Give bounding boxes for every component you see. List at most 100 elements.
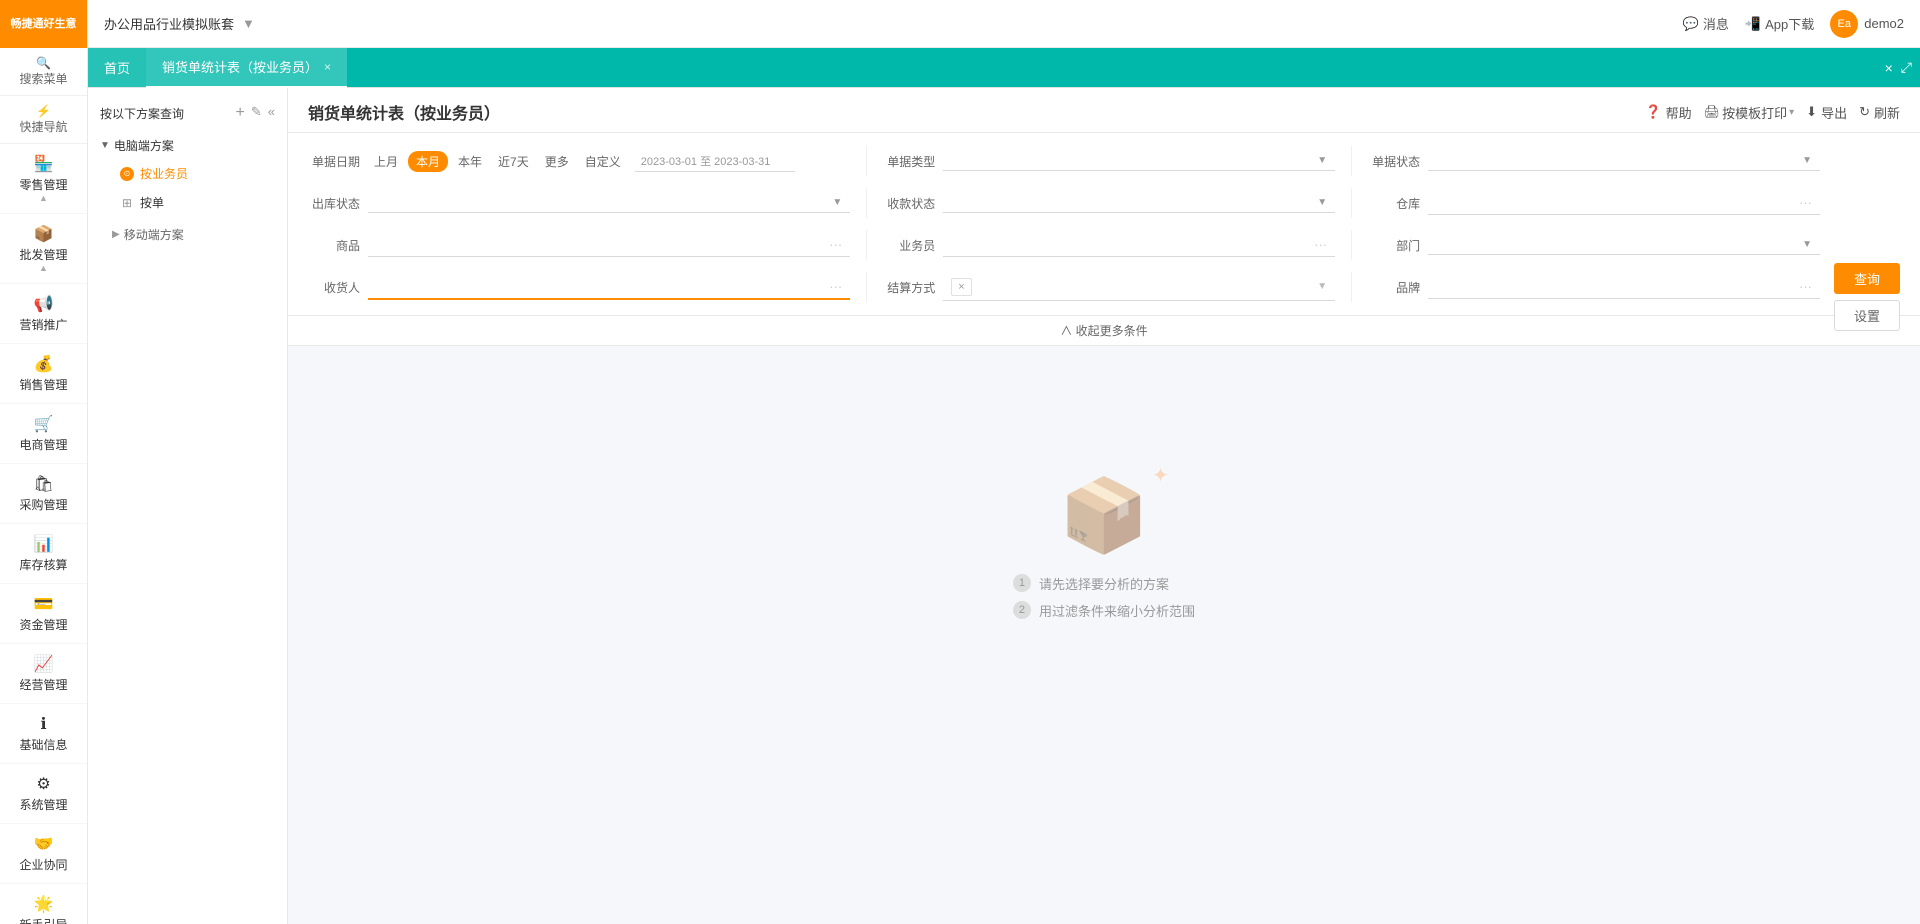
sidebar-item-newbie[interactable]: 🌟 新手引导 <box>0 884 87 924</box>
tab-home-label: 首页 <box>104 58 130 77</box>
dept-select[interactable]: ▼ <box>1428 235 1820 255</box>
wholesale-icon: 📦 <box>4 224 83 244</box>
docstatus-select[interactable]: ▼ <box>1428 151 1820 171</box>
search-label: 搜索菜单 <box>6 70 81 87</box>
sidebar-item-ecommerce[interactable]: 🛒 电商管理 <box>0 404 87 464</box>
tab-sales-stat[interactable]: 销货单统计表（按业务员） × <box>146 48 347 88</box>
quick-nav-item[interactable]: ⚡ 快捷导航 <box>0 96 87 144</box>
brand-label: 品牌 <box>1368 279 1420 296</box>
search-icon: 🔍 <box>6 56 81 70</box>
desktop-scheme-title[interactable]: ▼ 电脑端方案 <box>88 132 287 159</box>
scheme-header-label: 按以下方案查询 <box>100 105 184 122</box>
doctype-arrow: ▼ <box>1317 155 1327 166</box>
operations-label: 经营管理 <box>4 676 83 693</box>
desktop-scheme-group: ▼ 电脑端方案 ⊙ 按业务员 ⊞ 按单 <box>88 128 287 221</box>
salesman-field[interactable]: ··· <box>943 233 1335 257</box>
date-tab-custom[interactable]: 自定义 <box>579 151 627 172</box>
sidebar-item-finance[interactable]: 💳 资金管理 <box>0 584 87 644</box>
operations-icon: 📈 <box>4 654 83 674</box>
sidebar-item-sales[interactable]: 💰 销售管理 <box>0 344 87 404</box>
dept-arrow: ▼ <box>1802 239 1812 250</box>
goods-dots: ··· <box>829 237 842 252</box>
scheme-header-icons: + ✎ « <box>236 104 275 122</box>
print-dropdown-icon: ▾ <box>1789 107 1794 118</box>
query-btns: 查询 设置 <box>1834 263 1900 331</box>
brand-field[interactable]: ··· <box>1428 275 1820 299</box>
add-scheme-icon[interactable]: + <box>236 104 245 122</box>
sidebar-item-marketing[interactable]: 📢 营销推广 <box>0 284 87 344</box>
tab-close-icon[interactable]: × <box>324 60 331 74</box>
filter-consignee: 收货人 ··· <box>308 271 850 303</box>
sidebar-item-collab[interactable]: 🤝 企业协同 <box>0 824 87 884</box>
separator-7 <box>866 272 867 302</box>
desktop-scheme-label: 电脑端方案 <box>114 137 174 154</box>
recvstatus-select[interactable]: ▼ <box>943 193 1335 213</box>
export-button[interactable]: ⬇ 导出 <box>1806 103 1847 122</box>
date-tab-7days[interactable]: 近7天 <box>492 151 535 172</box>
sidebar-item-operations[interactable]: 📈 经营管理 <box>0 644 87 704</box>
empty-tips: 1 请先选择要分析的方案 2 用过滤条件来缩小分析范围 <box>1013 574 1195 620</box>
goods-field[interactable]: ··· <box>368 233 850 257</box>
filter-warehouse: 仓库 ··· <box>1368 187 1820 219</box>
warehouse-field[interactable]: ··· <box>1428 191 1820 215</box>
scheme-item-salesman[interactable]: ⊙ 按业务员 <box>88 159 287 188</box>
scheme-order-label: 按单 <box>140 194 164 211</box>
doctype-select[interactable]: ▼ <box>943 151 1335 171</box>
user-profile[interactable]: Ea demo2 <box>1830 10 1904 38</box>
sidebar-item-retail[interactable]: 🏪 零售管理 ▲ <box>0 144 87 214</box>
sidebar-item-basic[interactable]: ℹ 基础信息 <box>0 704 87 764</box>
header-left: 办公用品行业模拟账套 ▼ <box>104 14 255 33</box>
settle-field[interactable]: × ▼ <box>943 274 1335 301</box>
filter-outstatus: 出库状态 ▼ <box>308 187 850 219</box>
collapse-label: 收起更多条件 <box>1076 324 1148 338</box>
sidebar: 畅捷通好生意 🔍 搜索菜单 ⚡ 快捷导航 🏪 零售管理 ▲ 📦 批发管理 ▲ 📢… <box>0 0 88 924</box>
outstatus-label: 出库状态 <box>308 195 360 212</box>
recvstatus-arrow: ▼ <box>1317 197 1327 208</box>
print-button[interactable]: 🖨 按模板打印 ▾ <box>1704 103 1795 122</box>
settle-tag-close[interactable]: × <box>958 281 964 293</box>
desktop-scheme-triangle: ▼ <box>100 140 110 151</box>
refresh-button[interactable]: ↻ 刷新 <box>1859 103 1900 122</box>
scheme-item-order[interactable]: ⊞ 按单 <box>88 188 287 217</box>
sidebar-item-system[interactable]: ⚙ 系统管理 <box>0 764 87 824</box>
app-logo[interactable]: 畅捷通好生意 <box>0 0 87 48</box>
tab-maximize-button[interactable]: ⤢ <box>1901 59 1912 76</box>
date-tab-thisyear[interactable]: 本年 <box>452 151 488 172</box>
tab-close-button[interactable]: × <box>1885 60 1893 76</box>
quick-nav-icon: ⚡ <box>6 104 81 118</box>
edit-scheme-icon[interactable]: ✎ <box>251 104 262 122</box>
message-button[interactable]: 💬 消息 <box>1683 14 1729 33</box>
mobile-scheme-group[interactable]: ▶ 移动端方案 <box>88 221 287 248</box>
search-menu-item[interactable]: 🔍 搜索菜单 <box>0 48 87 96</box>
app-download-button[interactable]: 📲 App下载 <box>1745 14 1814 33</box>
sidebar-item-wholesale[interactable]: 📦 批发管理 ▲ <box>0 214 87 284</box>
collapse-button[interactable]: ∧ 收起更多条件 <box>1060 324 1147 338</box>
empty-tip-2: 2 用过滤条件来缩小分析范围 <box>1013 601 1195 620</box>
date-tab-more[interactable]: 更多 <box>539 151 575 172</box>
collapse-panel-icon[interactable]: « <box>268 104 275 122</box>
header-dropdown-icon[interactable]: ▼ <box>242 16 255 31</box>
settle-label: 结算方式 <box>883 279 935 296</box>
tab-home[interactable]: 首页 <box>88 48 146 88</box>
date-tab-thismonth[interactable]: 本月 <box>408 151 448 172</box>
sidebar-item-inventory[interactable]: 📊 库存核算 <box>0 524 87 584</box>
message-icon: 💬 <box>1683 16 1699 32</box>
consignee-field[interactable]: ··· <box>368 275 850 300</box>
date-range-value[interactable]: 2023-03-01 至 2023-03-31 <box>635 151 795 172</box>
collapse-bar: ∧ 收起更多条件 <box>288 316 1920 346</box>
finance-label: 资金管理 <box>4 616 83 633</box>
left-panel-header: 按以下方案查询 + ✎ « <box>88 98 287 128</box>
export-label: 导出 <box>1821 103 1847 122</box>
content-body: 📦 ✦ 1 请先选择要分析的方案 2 用过滤条件来缩小分析范围 <box>288 346 1920 746</box>
separator-2 <box>1351 146 1352 176</box>
help-button[interactable]: ❓ 帮助 <box>1645 103 1691 122</box>
query-button[interactable]: 查询 <box>1834 263 1900 294</box>
sidebar-item-purchase[interactable]: 🛍 采购管理 <box>0 464 87 524</box>
settings-button[interactable]: 设置 <box>1834 300 1900 331</box>
date-tab-lastmonth[interactable]: 上月 <box>368 151 404 172</box>
date-filter-control: 上月 本月 本年 近7天 更多 自定义 2023-03-01 至 2023-03… <box>368 151 850 172</box>
header-title: 办公用品行业模拟账套 <box>104 14 234 33</box>
refresh-icon: ↻ <box>1859 104 1870 120</box>
outstatus-select[interactable]: ▼ <box>368 193 850 213</box>
tip-num-2: 2 <box>1013 601 1031 619</box>
